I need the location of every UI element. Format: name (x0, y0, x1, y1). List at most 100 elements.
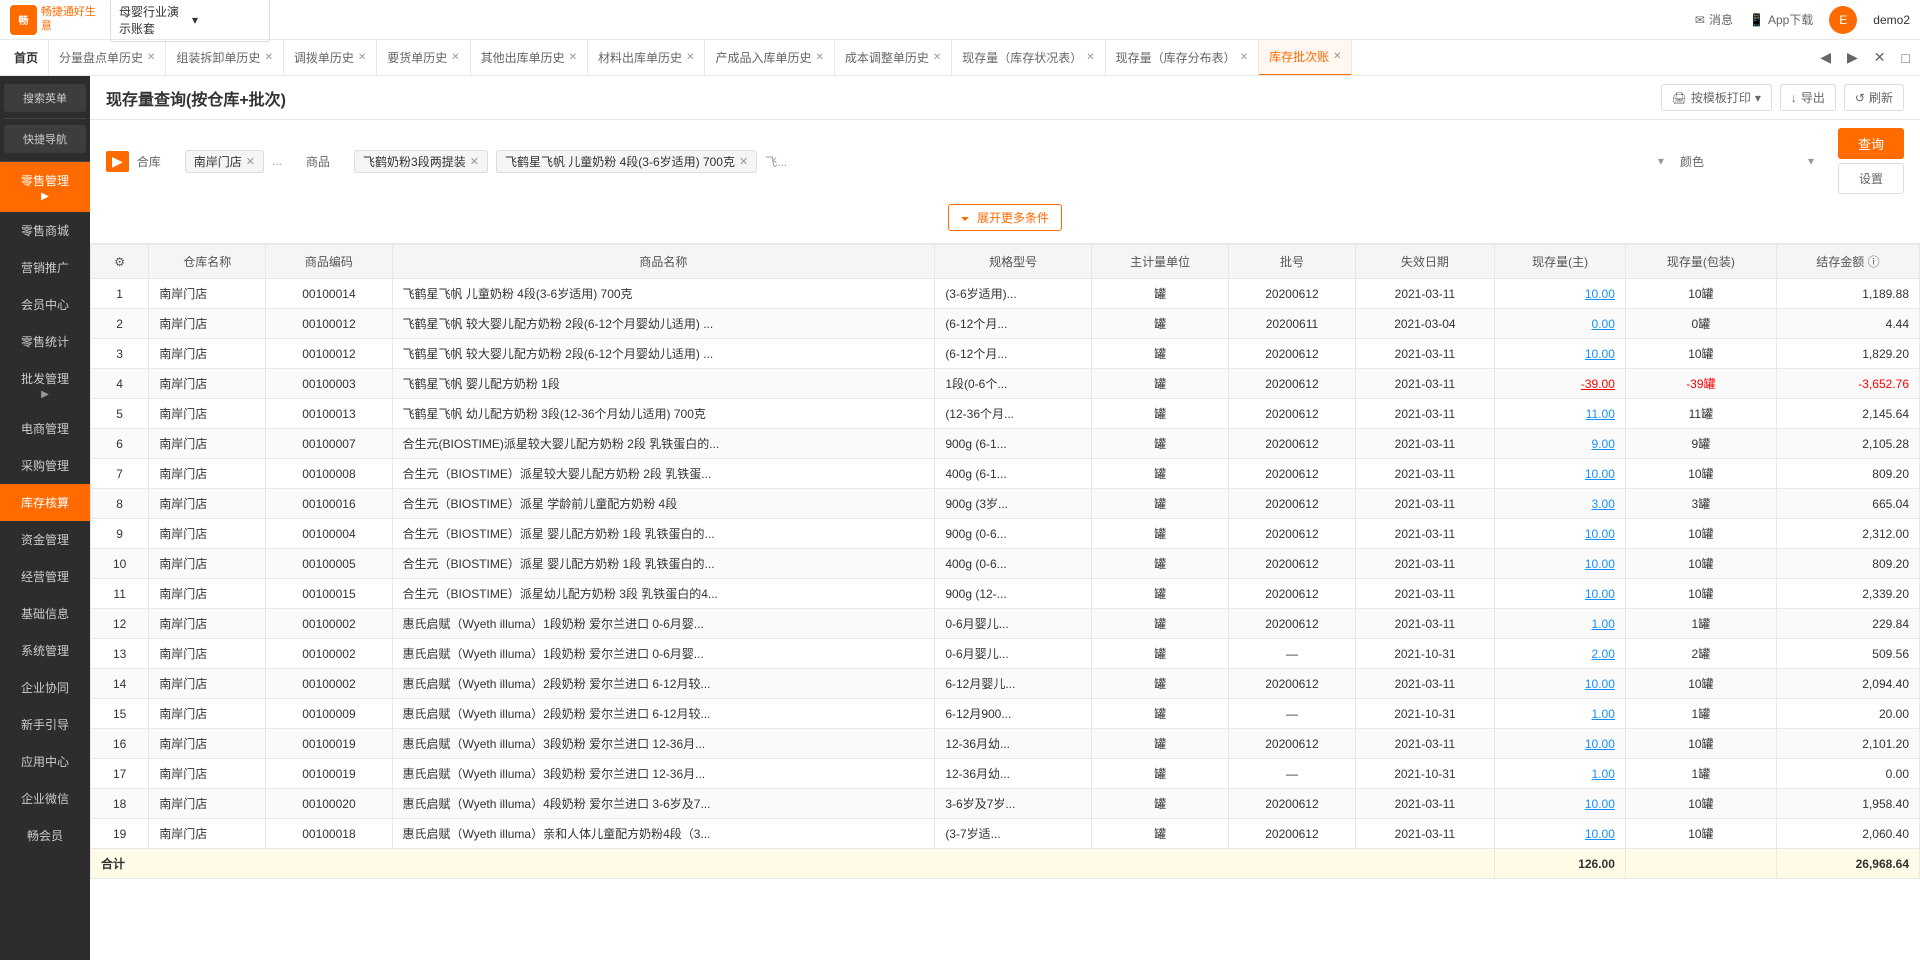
tab-close-icon[interactable]: ✕ (1086, 52, 1094, 63)
sidebar-item-wholesale[interactable]: 批发管理 ▶ (0, 360, 90, 410)
sidebar-item-label: 企业协同 (21, 679, 69, 696)
product-tag-2-close-icon[interactable]: ✕ (739, 155, 748, 168)
industry-selector[interactable]: 母婴行业演示账套 ▾ (110, 0, 270, 42)
cell-batch: 20200612 (1229, 729, 1355, 759)
th-settings[interactable]: ⚙ (91, 245, 149, 279)
chevron-right-icon: ▶ (41, 191, 49, 202)
cell-batch: 20200612 (1229, 399, 1355, 429)
tab-close-icon[interactable]: ✕ (358, 52, 366, 63)
sidebar-item-corp-collab[interactable]: 企业协同 (0, 669, 90, 706)
cell-batch: 20200611 (1229, 309, 1355, 339)
username[interactable]: demo2 (1873, 13, 1910, 27)
tab-close-icon[interactable]: ✕ (815, 52, 823, 63)
tab-close-icon[interactable]: ✕ (569, 52, 577, 63)
sidebar-search-btn[interactable]: 搜索英单 (4, 84, 86, 112)
filter-area: ▶ 合库 南岸门店 ✕ ... 商品 飞鹤奶粉3段两提装 ✕ 飞鹤星飞帆 儿童奶… (90, 120, 1920, 244)
cell-qty-main[interactable]: 3.00 (1495, 489, 1626, 519)
color-filter-dropdown-icon[interactable]: ▾ (1808, 154, 1814, 168)
tab-stock-status[interactable]: 现存量（库存状况表） ✕ (952, 40, 1105, 76)
cell-qty-main[interactable]: -39.00 (1495, 369, 1626, 399)
sidebar-item-retail-mgmt[interactable]: 零售管理 ▶ (0, 162, 90, 212)
tab-transfer-history[interactable]: 调拨单历史 ✕ (284, 40, 377, 76)
tab-close-icon[interactable]: ✕ (686, 52, 694, 63)
cell-num: 14 (91, 669, 149, 699)
cell-qty-main[interactable]: 10.00 (1495, 339, 1626, 369)
tab-stock-batch[interactable]: 库存批次账 ✕ (1259, 40, 1352, 76)
product-filter-dropdown-icon[interactable]: ▾ (1658, 154, 1664, 168)
sidebar-item-member[interactable]: 会员中心 (0, 286, 90, 323)
cell-expire: 2021-03-11 (1355, 549, 1495, 579)
sidebar-item-inventory[interactable]: 库存核算 (0, 484, 90, 521)
tab-order-history[interactable]: 要货单历史 ✕ (377, 40, 470, 76)
sidebar-quicknav-btn[interactable]: 快捷导航 (4, 125, 86, 153)
tab-next-btn[interactable]: ▶ (1841, 49, 1864, 66)
cell-name: 惠氏启赋（Wyeth illuma）亲和人体儿童配方奶粉4段（3... (392, 819, 935, 849)
print-btn[interactable]: 🖨 按模板打印 ▾ (1661, 84, 1772, 111)
tab-close-all-btn[interactable]: ✕ (1868, 45, 1892, 70)
cell-qty-main[interactable]: 0.00 (1495, 309, 1626, 339)
sidebar-item-ecommerce[interactable]: 电商管理 (0, 410, 90, 447)
header-actions: 🖨 按模板打印 ▾ ↓ 导出 ↺ 刷新 (1661, 84, 1904, 111)
sidebar-item-purchase[interactable]: 采购管理 (0, 447, 90, 484)
sidebar-item-basic-info[interactable]: 基础信息 (0, 595, 90, 632)
sidebar-item-finance[interactable]: 资金管理 (0, 521, 90, 558)
cell-unit: 罐 (1091, 789, 1228, 819)
product-tag-1-close-icon[interactable]: ✕ (470, 155, 479, 168)
sidebar-item-system[interactable]: 系统管理 (0, 632, 90, 669)
product-filter-more: 飞... (765, 153, 787, 170)
tab-close-icon[interactable]: ✕ (451, 52, 459, 63)
sidebar-item-membership[interactable]: 畅会员 (0, 817, 90, 854)
tab-close-icon[interactable]: ✕ (933, 52, 941, 63)
topbar-message-btn[interactable]: ✉ 消息 (1695, 11, 1733, 28)
sidebar-item-marketing[interactable]: 营销推广 (0, 249, 90, 286)
sidebar-item-retail-mall[interactable]: 零售商城 (0, 212, 90, 249)
warehouse-tag-close-icon[interactable]: ✕ (246, 155, 255, 168)
cell-qty-main[interactable]: 10.00 (1495, 519, 1626, 549)
cell-spec: 900g (0-6... (935, 519, 1092, 549)
cell-qty-main[interactable]: 1.00 (1495, 699, 1626, 729)
tab-product-inbound[interactable]: 产成品入库单历史 ✕ (705, 40, 834, 76)
cell-qty-main[interactable]: 11.00 (1495, 399, 1626, 429)
cell-qty-main[interactable]: 10.00 (1495, 279, 1626, 309)
cell-amount: 809.20 (1776, 459, 1919, 489)
tab-close-icon[interactable]: ✕ (1240, 52, 1248, 63)
cell-qty-main[interactable]: 2.00 (1495, 639, 1626, 669)
expand-more-conditions-btn[interactable]: 展开更多条件 (948, 204, 1062, 231)
sidebar-item-operation[interactable]: 经营管理 (0, 558, 90, 595)
cell-qty-main[interactable]: 10.00 (1495, 669, 1626, 699)
tab-close-icon[interactable]: ✕ (1333, 51, 1341, 62)
cell-qty-main[interactable]: 1.00 (1495, 609, 1626, 639)
tab-close-icon[interactable]: ✕ (147, 52, 155, 63)
cell-amount: 2,105.28 (1776, 429, 1919, 459)
cell-qty-main[interactable]: 10.00 (1495, 789, 1626, 819)
cell-qty-main[interactable]: 9.00 (1495, 429, 1626, 459)
tab-split-history[interactable]: 分量盘点单历史 ✕ (49, 40, 166, 76)
cell-qty-main[interactable]: 10.00 (1495, 819, 1626, 849)
tab-close-icon[interactable]: ✕ (264, 52, 272, 63)
export-btn[interactable]: ↓ 导出 (1780, 84, 1836, 111)
cell-qty-main[interactable]: 1.00 (1495, 759, 1626, 789)
tab-maximize-btn[interactable]: □ (1896, 46, 1916, 70)
cell-warehouse: 南岸门店 (149, 339, 266, 369)
tab-assembly-history[interactable]: 组装拆卸单历史 ✕ (166, 40, 283, 76)
tab-home[interactable]: 首页 (4, 40, 49, 76)
tab-cost-adjust[interactable]: 成本调整单历史 ✕ (835, 40, 952, 76)
tab-stock-dist[interactable]: 现存量（库存分布表） ✕ (1106, 40, 1259, 76)
tab-outbound-history[interactable]: 其他出库单历史 ✕ (471, 40, 588, 76)
tab-prev-btn[interactable]: ◀ (1814, 49, 1837, 66)
cell-qty-main[interactable]: 10.00 (1495, 459, 1626, 489)
expand-btn-icon[interactable]: ▶ (106, 151, 129, 172)
sidebar-item-wechat[interactable]: 企业微信 (0, 780, 90, 817)
query-btn[interactable]: 查询 (1838, 128, 1904, 159)
sidebar-item-app-center[interactable]: 应用中心 (0, 743, 90, 780)
cell-num: 10 (91, 549, 149, 579)
cell-qty-main[interactable]: 10.00 (1495, 579, 1626, 609)
cell-qty-main[interactable]: 10.00 (1495, 729, 1626, 759)
topbar-app-btn[interactable]: 📱 App下载 (1749, 11, 1813, 28)
sidebar-item-retail-stats[interactable]: 零售统计 (0, 323, 90, 360)
sidebar-item-guide[interactable]: 新手引导 (0, 706, 90, 743)
cell-qty-main[interactable]: 10.00 (1495, 549, 1626, 579)
tab-material-outbound[interactable]: 材料出库单历史 ✕ (588, 40, 705, 76)
refresh-btn[interactable]: ↺ 刷新 (1844, 84, 1904, 111)
settings-btn[interactable]: 设置 (1838, 163, 1904, 194)
